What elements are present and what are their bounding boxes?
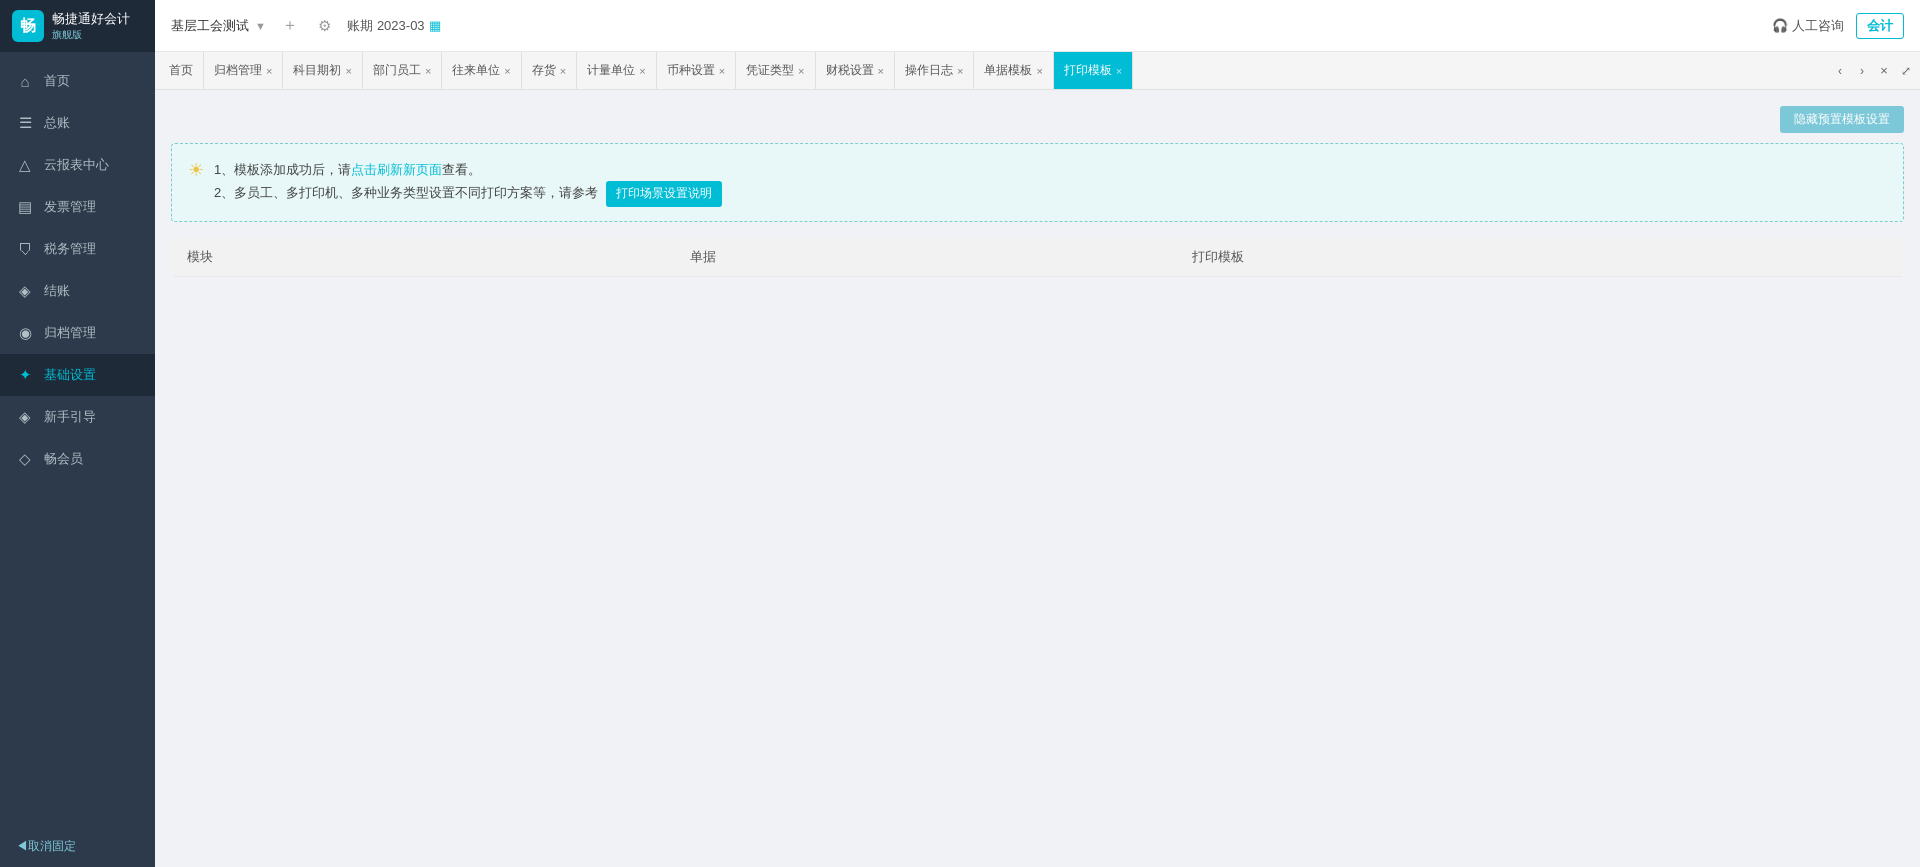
tab-partner[interactable]: 往来单位 × [442, 52, 521, 89]
sidebar-item-reports[interactable]: △ 云报表中心 [0, 144, 155, 186]
tab-scroll-right[interactable]: › [1852, 61, 1872, 81]
sidebar-item-invoice[interactable]: ▤ 发票管理 [0, 186, 155, 228]
tab-print-template-close[interactable]: × [1116, 65, 1122, 77]
company-dropdown-icon: ▼ [255, 20, 266, 32]
period-display: 账期 2023-03 ▦ [347, 17, 441, 35]
logo-icon: 畅 [12, 10, 44, 42]
tab-tax-setting-close[interactable]: × [878, 65, 884, 77]
invoice-icon: ▤ [16, 198, 34, 216]
content-area: 隐藏预置模板设置 ☀ 1、模板添加成功后，请点击刷新新页面查看。 2、多员工、多… [155, 90, 1920, 867]
tab-archive[interactable]: 归档管理 × [204, 52, 283, 89]
main-area: 基层工会测试 ▼ ＋ ⚙ 账期 2023-03 ▦ 🎧 人工咨询 会计 首页 归… [155, 0, 1920, 867]
tab-voucher-type[interactable]: 凭证类型 × [736, 52, 815, 89]
tab-dept[interactable]: 部门员工 × [363, 52, 442, 89]
tab-print-template[interactable]: 打印模板 × [1054, 52, 1133, 89]
member-icon: ◇ [16, 450, 34, 468]
tabbar-controls: ‹ › × ⤢ [1830, 61, 1916, 81]
table-header-document: 单据 [674, 238, 1177, 277]
tab-close-all[interactable]: × [1874, 61, 1894, 81]
table-header-template: 打印模板 [1176, 238, 1904, 277]
ledger-icon: ☰ [16, 114, 34, 132]
tab-inventory[interactable]: 存货 × [522, 52, 577, 89]
info-text: 1、模板添加成功后，请点击刷新新页面查看。 2、多员工、多打印机、多种业务类型设… [214, 158, 722, 207]
sidebar-item-member[interactable]: ◇ 畅会员 [0, 438, 155, 480]
tab-archive-close[interactable]: × [266, 65, 272, 77]
tab-subject-close[interactable]: × [345, 65, 351, 77]
tab-single-template[interactable]: 单据模板 × [974, 52, 1053, 89]
tabbar: 首页 归档管理 × 科目期初 × 部门员工 × 往来单位 × 存货 × 计量单位… [155, 52, 1920, 90]
service-button[interactable]: 🎧 人工咨询 [1772, 17, 1844, 35]
tab-tax-setting[interactable]: 财税设置 × [816, 52, 895, 89]
topbar-right: 🎧 人工咨询 会计 [1772, 13, 1904, 39]
info-line1: 1、模板添加成功后，请点击刷新新页面查看。 [214, 158, 722, 181]
print-scene-button[interactable]: 打印场景设置说明 [606, 181, 722, 207]
content-actions: 隐藏预置模板设置 [171, 106, 1904, 133]
sidebar-item-settings[interactable]: ✦ 基础设置 [0, 354, 155, 396]
sidebar-item-archive[interactable]: ◉ 归档管理 [0, 312, 155, 354]
topbar: 基层工会测试 ▼ ＋ ⚙ 账期 2023-03 ▦ 🎧 人工咨询 会计 [155, 0, 1920, 52]
tax-icon: ⛉ [16, 241, 34, 258]
tab-measure[interactable]: 计量单位 × [577, 52, 656, 89]
company-selector[interactable]: 基层工会测试 ▼ [171, 17, 266, 35]
tab-currency[interactable]: 币种设置 × [657, 52, 736, 89]
info-line2: 2、多员工、多打印机、多种业务类型设置不同打印方案等，请参考 打印场景设置说明 [214, 181, 722, 207]
tab-voucher-type-close[interactable]: × [798, 65, 804, 77]
tab-measure-close[interactable]: × [639, 65, 645, 77]
tab-partner-close[interactable]: × [504, 65, 510, 77]
sidebar-item-ledger[interactable]: ☰ 总账 [0, 102, 155, 144]
tab-dept-close[interactable]: × [425, 65, 431, 77]
tab-subject[interactable]: 科目期初 × [283, 52, 362, 89]
hide-preset-button[interactable]: 隐藏预置模板设置 [1780, 106, 1904, 133]
sidebar-item-guide[interactable]: ◈ 新手引导 [0, 396, 155, 438]
sidebar-item-home[interactable]: ⌂ 首页 [0, 60, 155, 102]
sidebar-logo: 畅 畅捷通好会计 旗舰版 [0, 0, 155, 52]
print-template-table: 模块 单据 打印模板 [171, 238, 1904, 277]
logo-text: 畅捷通好会计 旗舰版 [52, 11, 130, 41]
sidebar-item-settle[interactable]: ◈ 结账 [0, 270, 155, 312]
headset-icon: 🎧 [1772, 18, 1788, 33]
tab-op-log[interactable]: 操作日志 × [895, 52, 974, 89]
settings-icon: ✦ [16, 366, 34, 384]
settle-icon: ◈ [16, 282, 34, 300]
bulb-icon: ☀ [188, 159, 204, 181]
home-icon: ⌂ [16, 73, 34, 90]
guide-icon: ◈ [16, 408, 34, 426]
tab-inventory-close[interactable]: × [560, 65, 566, 77]
calendar-icon[interactable]: ▦ [429, 18, 441, 33]
add-company-button[interactable]: ＋ [278, 15, 302, 36]
sidebar-item-tax[interactable]: ⛉ 税务管理 [0, 228, 155, 270]
unpin-button[interactable]: ◀取消固定 [0, 826, 155, 867]
refresh-link[interactable]: 点击刷新新页面 [351, 162, 442, 177]
tab-single-template-close[interactable]: × [1036, 65, 1042, 77]
tab-op-log-close[interactable]: × [957, 65, 963, 77]
table-header-module: 模块 [171, 238, 674, 277]
sidebar-nav: ⌂ 首页 ☰ 总账 △ 云报表中心 ▤ 发票管理 ⛉ 税务管理 ◈ 结账 ◉ 归… [0, 52, 155, 826]
company-settings-icon[interactable]: ⚙ [314, 17, 335, 35]
reports-icon: △ [16, 156, 34, 174]
tab-scroll-left[interactable]: ‹ [1830, 61, 1850, 81]
kuaiji-button[interactable]: 会计 [1856, 13, 1904, 39]
tab-expand[interactable]: ⤢ [1896, 61, 1916, 81]
info-box: ☀ 1、模板添加成功后，请点击刷新新页面查看。 2、多员工、多打印机、多种业务类… [171, 143, 1904, 222]
archive-icon: ◉ [16, 324, 34, 342]
sidebar: 畅 畅捷通好会计 旗舰版 ⌂ 首页 ☰ 总账 △ 云报表中心 ▤ 发票管理 ⛉ … [0, 0, 155, 867]
tab-currency-close[interactable]: × [719, 65, 725, 77]
tab-home[interactable]: 首页 [159, 52, 204, 89]
